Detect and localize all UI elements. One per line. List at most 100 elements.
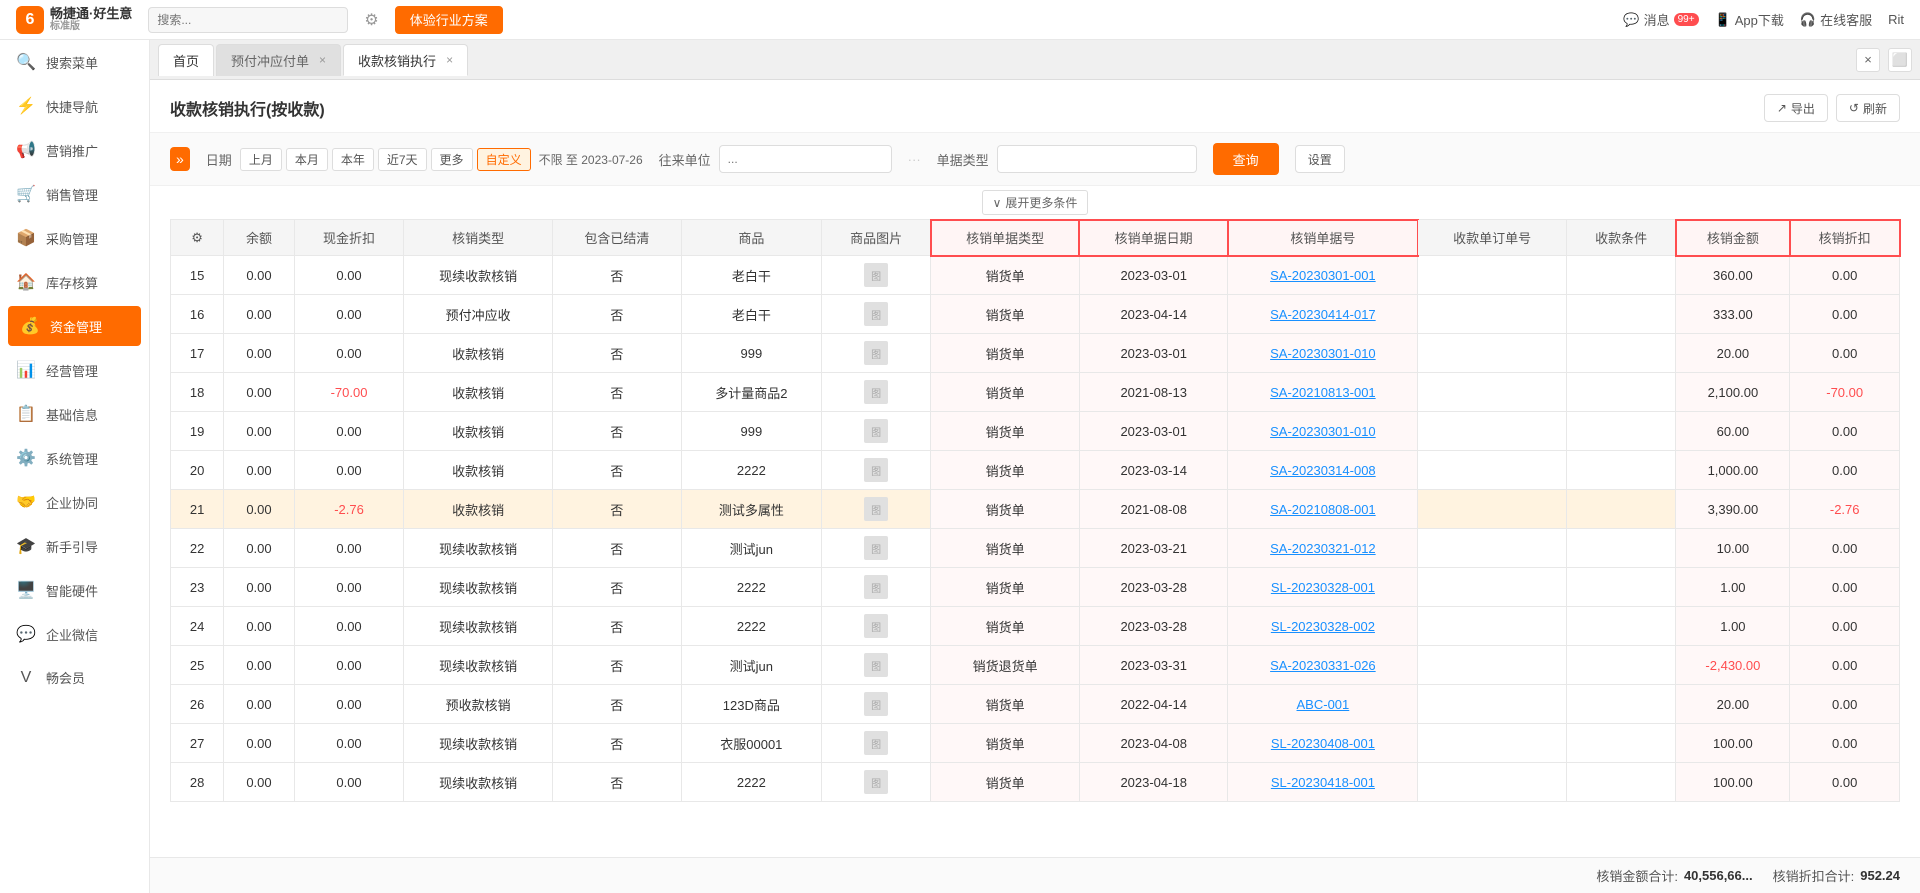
- cell-balance: 0.00: [224, 724, 295, 763]
- tab-home[interactable]: 首页: [158, 44, 214, 76]
- system-icon: ⚙️: [16, 448, 36, 468]
- cell-balance: 0.00: [224, 334, 295, 373]
- cell-goods-img: 图: [821, 646, 931, 685]
- cell-bill-no[interactable]: SA-20210813-001: [1228, 373, 1418, 412]
- cell-bill-date: 2021-08-13: [1079, 373, 1228, 412]
- filter-date-range: 不限 至 2023-07-26: [539, 151, 643, 168]
- sidebar-item-inventory[interactable]: 🏠 库存核算: [0, 260, 149, 304]
- filter-btn-more[interactable]: 更多: [431, 148, 473, 171]
- cell-no: 21: [171, 490, 224, 529]
- export-button[interactable]: ↗ 导出: [1764, 94, 1828, 122]
- footer-total-amount: 核销金额合计: 40,556,66...: [1596, 866, 1752, 885]
- sidebar-label-hardware: 智能硬件: [46, 581, 98, 600]
- cell-no: 24: [171, 607, 224, 646]
- tab-writeoff-close[interactable]: ×: [446, 53, 453, 67]
- cell-no: 19: [171, 412, 224, 451]
- cell-writeoff-discount: 0.00: [1790, 529, 1900, 568]
- cell-bill-no[interactable]: SL-20230328-001: [1228, 568, 1418, 607]
- filter-counterpart-group: 往来单位: [659, 145, 892, 173]
- tab-advance-close[interactable]: ×: [319, 53, 326, 67]
- cell-include-settled: 否: [552, 724, 681, 763]
- cell-bill-no[interactable]: SA-20230301-001: [1228, 256, 1418, 295]
- online-service-nav[interactable]: 🎧 在线客服: [1800, 10, 1872, 29]
- filter-expand-button[interactable]: ∨ 展开更多条件: [982, 190, 1089, 215]
- cell-bill-type: 销货单: [931, 763, 1080, 802]
- newbie-icon: 🎓: [16, 536, 36, 556]
- app-icon: 📱: [1715, 12, 1731, 28]
- tab-advance[interactable]: 预付冲应付单 ×: [216, 44, 341, 76]
- cell-goods-img: 图: [821, 412, 931, 451]
- cell-goods-img: 图: [821, 568, 931, 607]
- cell-writeoff-type: 现续收款核销: [404, 529, 553, 568]
- cell-bill-no[interactable]: SA-20230331-026: [1228, 646, 1418, 685]
- sidebar-item-purchase[interactable]: 📦 采购管理: [0, 216, 149, 260]
- cell-goods-img: 图: [821, 763, 931, 802]
- query-button[interactable]: 查询: [1213, 143, 1279, 175]
- cell-writeoff-amount: 20.00: [1676, 334, 1790, 373]
- filter-btn-this-year[interactable]: 本年: [332, 148, 374, 171]
- cell-goods-img: 图: [821, 373, 931, 412]
- cell-balance: 0.00: [224, 295, 295, 334]
- cell-no: 23: [171, 568, 224, 607]
- sidebar-item-finance[interactable]: 💰 资金管理: [8, 306, 141, 346]
- col-header-settings[interactable]: ⚙: [171, 220, 224, 256]
- filter-date-label: 日期: [206, 150, 232, 169]
- sidebar-item-wechat[interactable]: 💬 企业微信: [0, 612, 149, 656]
- sidebar-item-newbie[interactable]: 🎓 新手引导: [0, 524, 149, 568]
- sidebar-item-quick[interactable]: ⚡ 快捷导航: [0, 84, 149, 128]
- refresh-button[interactable]: ↺ 刷新: [1836, 94, 1900, 122]
- cell-bill-no[interactable]: SA-20230301-010: [1228, 334, 1418, 373]
- col-header-writeoff-amount: 核销金额: [1676, 220, 1790, 256]
- settings-icon[interactable]: ⚙: [364, 10, 378, 30]
- sidebar-item-member[interactable]: V 畅会员: [0, 656, 149, 699]
- cell-bill-no[interactable]: SL-20230408-001: [1228, 724, 1418, 763]
- sidebar-item-mgmt[interactable]: 📊 经营管理: [0, 348, 149, 392]
- table-container[interactable]: ⚙ 余额 现金折扣 核销类型 包含已结清 商品 商品图片 核销单据类型 核销单据…: [150, 219, 1920, 857]
- tab-close-btn[interactable]: ×: [1856, 48, 1880, 72]
- cell-goods: 测试jun: [681, 529, 821, 568]
- tab-maximize-btn[interactable]: ⬜: [1888, 48, 1912, 72]
- cell-writeoff-type: 现续收款核销: [404, 763, 553, 802]
- sidebar-item-hardware[interactable]: 🖥️ 智能硬件: [0, 568, 149, 612]
- message-nav[interactable]: 💬 消息 99+: [1623, 10, 1698, 29]
- col-header-receipt-order-no: 收款单订单号: [1418, 220, 1567, 256]
- cell-writeoff-amount: 333.00: [1676, 295, 1790, 334]
- filter-collapse-btn[interactable]: »: [170, 147, 190, 171]
- sidebar-item-search[interactable]: 🔍 搜索菜单: [0, 40, 149, 84]
- cell-receipt-order-no: [1418, 529, 1567, 568]
- app-download-nav[interactable]: 📱 App下载: [1715, 10, 1784, 29]
- cell-bill-no[interactable]: SA-20210808-001: [1228, 490, 1418, 529]
- table-row: 26 0.00 0.00 预收款核销 否 123D商品 图 销货单 2022-0…: [171, 685, 1900, 724]
- cell-bill-no[interactable]: SA-20230301-010: [1228, 412, 1418, 451]
- table-row: 24 0.00 0.00 现续收款核销 否 2222 图 销货单 2023-03…: [171, 607, 1900, 646]
- sidebar-item-system[interactable]: ⚙️ 系统管理: [0, 436, 149, 480]
- filter-bill-type-input[interactable]: [997, 145, 1197, 173]
- tab-writeoff[interactable]: 收款核销执行 ×: [343, 44, 468, 76]
- cell-bill-no[interactable]: ABC-001: [1228, 685, 1418, 724]
- cell-bill-no[interactable]: SL-20230418-001: [1228, 763, 1418, 802]
- user-nav[interactable]: Rit: [1888, 12, 1904, 27]
- filter-counterpart-input[interactable]: [719, 145, 892, 173]
- cell-bill-no[interactable]: SA-20230321-012: [1228, 529, 1418, 568]
- cell-writeoff-amount: 2,100.00: [1676, 373, 1790, 412]
- filter-btn-custom[interactable]: 自定义: [477, 148, 531, 171]
- cell-bill-no[interactable]: SA-20230414-017: [1228, 295, 1418, 334]
- filter-btn-7days[interactable]: 近7天: [378, 148, 427, 171]
- sidebar-item-base[interactable]: 📋 基础信息: [0, 392, 149, 436]
- filter-btn-this-month[interactable]: 本月: [286, 148, 328, 171]
- sidebar-item-corp[interactable]: 🤝 企业协同: [0, 480, 149, 524]
- cell-cash-discount: 0.00: [294, 295, 404, 334]
- cell-bill-no[interactable]: SA-20230314-008: [1228, 451, 1418, 490]
- industry-solution-button[interactable]: 体验行业方案: [395, 6, 503, 34]
- tab-advance-label: 预付冲应付单: [231, 51, 309, 70]
- filter-bar: » 日期 上月 本月 本年 近7天 更多 自定义 不限 至 2023-07-26…: [150, 133, 1920, 186]
- sidebar-item-marketing[interactable]: 📢 营销推广: [0, 128, 149, 172]
- hardware-icon: 🖥️: [16, 580, 36, 600]
- filter-btn-last-month[interactable]: 上月: [240, 148, 282, 171]
- search-input[interactable]: [148, 7, 348, 33]
- cell-bill-no[interactable]: SL-20230328-002: [1228, 607, 1418, 646]
- col-header-goods-img: 商品图片: [821, 220, 931, 256]
- filter-settings-button[interactable]: 设置: [1295, 145, 1345, 173]
- sidebar-item-sales[interactable]: 🛒 销售管理: [0, 172, 149, 216]
- cell-receipt-condition: [1566, 646, 1676, 685]
